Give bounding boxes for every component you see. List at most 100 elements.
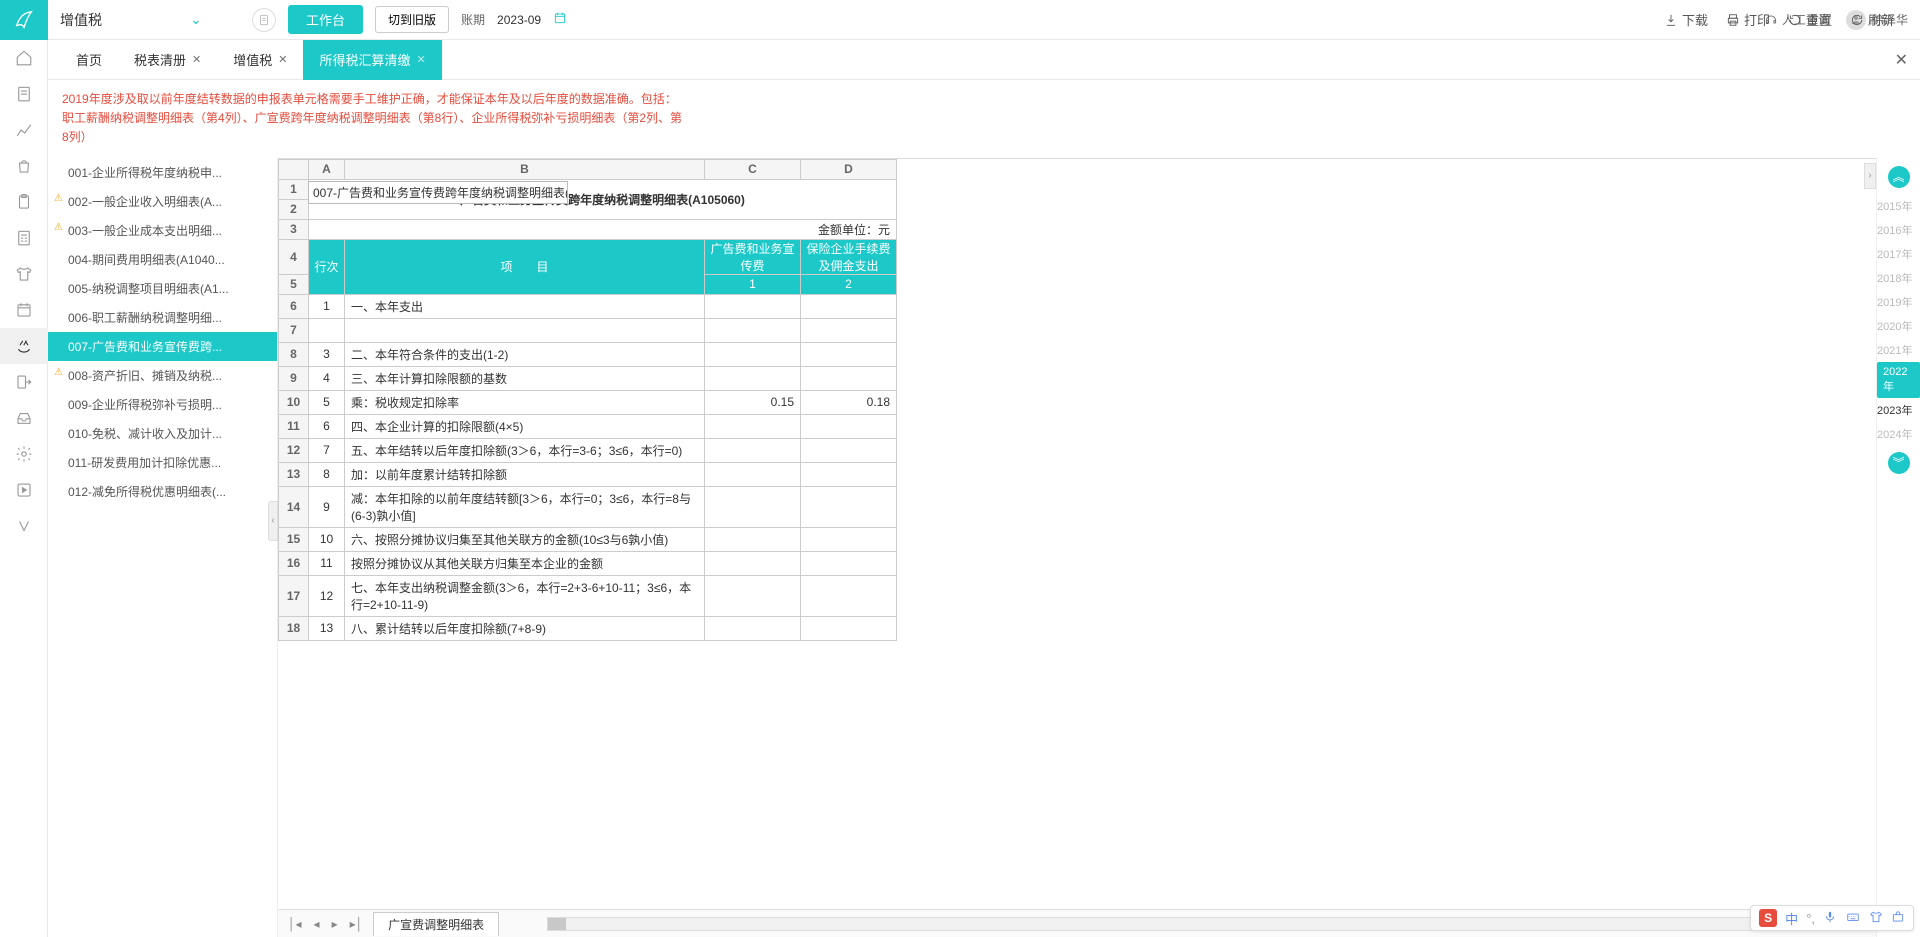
row-label-cell[interactable]: 按照分摊协议从其他关联方归集至本企业的金额 [345,551,705,575]
close-icon[interactable]: ✕ [192,53,201,66]
ime-keyboard-icon[interactable] [1845,910,1861,927]
sheet-nav-first-icon[interactable]: │◂ [286,917,304,931]
row-header[interactable]: 4 [279,239,309,274]
sheet-nav-prev-icon[interactable]: ◂ [312,917,322,931]
nav-gear-icon[interactable] [0,436,48,472]
value-cell[interactable] [705,342,801,366]
doc-circle-icon[interactable] [252,8,276,32]
col-header[interactable]: C [705,159,801,179]
col-header[interactable]: D [801,159,897,179]
value-cell[interactable] [705,616,801,640]
year-item[interactable]: 2023年 [1877,398,1920,422]
row-number-cell[interactable]: 13 [309,616,345,640]
nav-calendar-icon[interactable] [0,292,48,328]
value-cell[interactable] [705,438,801,462]
close-icon[interactable]: ✕ [417,53,426,66]
value-cell[interactable] [801,551,897,575]
row-number-cell[interactable]: 12 [309,575,345,616]
nav-bag-icon[interactable] [0,148,48,184]
year-item[interactable]: 2024年 [1877,422,1920,446]
value-cell[interactable]: 0.18 [801,390,897,414]
tab[interactable]: 首页 [60,40,118,80]
row-header[interactable]: 13 [279,462,309,486]
row-header[interactable]: 3 [279,219,309,239]
row-header[interactable]: 16 [279,551,309,575]
row-label-cell[interactable]: 减：不允许扣除的支出 [345,318,705,342]
year-item[interactable]: 2019年 [1877,290,1920,314]
switch-old-button[interactable]: 切到旧版 [375,6,449,33]
row-header[interactable]: 5 [279,274,309,294]
year-item[interactable]: 2020年 [1877,314,1920,338]
form-list-item[interactable]: 012-减免所得税优惠明细表(... [48,477,277,506]
ime-skin-icon[interactable] [1869,910,1883,927]
calendar-icon[interactable] [553,11,567,28]
sheet-tab[interactable]: 广宣费调整明细表 [373,912,499,936]
year-up-icon[interactable]: ︽ [1888,166,1910,188]
row-header[interactable]: 14 [279,486,309,527]
nav-play-icon[interactable] [0,472,48,508]
value-cell[interactable] [801,318,897,342]
value-cell[interactable] [801,414,897,438]
nav-chart-icon[interactable] [0,112,48,148]
ime-mic-icon[interactable] [1823,910,1837,927]
tab[interactable]: 所得税汇算清缴✕ [303,40,441,80]
row-number-cell[interactable]: 7 [309,438,345,462]
year-down-icon[interactable]: ︾ [1888,452,1910,474]
value-cell[interactable] [705,462,801,486]
row-header[interactable]: 7 [279,318,309,342]
form-list-item[interactable]: ⚠003-一般企业成本支出明细... [48,216,277,245]
ime-lang[interactable]: 中 [1785,909,1798,928]
value-cell[interactable] [705,575,801,616]
row-header[interactable]: 2 [279,199,309,219]
row-number-cell[interactable]: 11 [309,551,345,575]
row-header[interactable]: 10 [279,390,309,414]
formula-bar[interactable]: 007-广告费和业务宣传费跨年度纳税调整明细表(A105060) [308,181,568,204]
sheet-nav-last-icon[interactable]: ▸│ [348,917,366,931]
row-label-cell[interactable]: 七、本年支出纳税调整金额(3＞6，本行=2+3-6+10-11；3≤6，本行=2… [345,575,705,616]
row-label-cell[interactable]: 减：本年扣除的以前年度结转额[3＞6，本行=0；3≤6，本行=8与(6-3)孰小… [345,486,705,527]
reset-button[interactable]: 重置 [1788,10,1832,29]
value-cell[interactable] [801,616,897,640]
nav-home-icon[interactable] [0,40,48,76]
row-number-cell[interactable]: 2 [309,318,345,342]
row-label-cell[interactable]: 五、本年结转以后年度扣除额(3＞6，本行=3-6；3≤6，本行=0) [345,438,705,462]
value-cell[interactable]: 0.15 [705,390,801,414]
horizontal-scrollbar[interactable] [547,917,1868,931]
value-cell[interactable] [801,527,897,551]
form-list-item[interactable]: 006-职工薪酬纳税调整明细... [48,303,277,332]
row-header[interactable]: 11 [279,414,309,438]
nav-exit-icon[interactable] [0,364,48,400]
row-header[interactable]: 8 [279,342,309,366]
value-cell[interactable] [801,575,897,616]
row-number-cell[interactable]: 9 [309,486,345,527]
row-label-cell[interactable]: 三、本年计算扣除限额的基数 [345,366,705,390]
print-button[interactable]: 打印 [1726,10,1770,29]
nav-shirt-icon[interactable] [0,256,48,292]
value-cell[interactable] [801,366,897,390]
collapse-handle-icon[interactable]: ‹ [268,501,278,541]
form-list-item[interactable]: ⚠002-一般企业收入明细表(A... [48,187,277,216]
row-header[interactable]: 6 [279,294,309,318]
spreadsheet-grid[interactable]: A B C D 1广告费和业务宣传费跨年度纳税调整明细表(A105060) 2 … [278,159,897,641]
ime-toolbar[interactable]: S 中 °, [1750,905,1914,931]
value-cell[interactable] [801,342,897,366]
nav-calc-icon[interactable] [0,220,48,256]
form-list-item[interactable]: ⚠008-资产折旧、摊销及纳税... [48,361,277,390]
nav-steam-icon[interactable] [0,328,48,364]
sheet-nav-next-icon[interactable]: ▸ [330,917,340,931]
row-header[interactable]: 15 [279,527,309,551]
value-cell[interactable] [705,318,801,342]
value-cell[interactable] [705,414,801,438]
row-number-cell[interactable]: 3 [309,342,345,366]
form-list-item[interactable]: 001-企业所得税年度纳税申... [48,158,277,187]
row-number-cell[interactable]: 10 [309,527,345,551]
row-label-cell[interactable]: 二、本年符合条件的支出(1-2) [345,342,705,366]
year-item[interactable]: 2017年 [1877,242,1920,266]
ime-punct[interactable]: °, [1806,911,1815,926]
row-header[interactable]: 12 [279,438,309,462]
year-item[interactable]: 2015年 [1877,194,1920,218]
form-list-item[interactable]: 005-纳税调整项目明细表(A1... [48,274,277,303]
corner-cell[interactable] [279,159,309,179]
row-label-cell[interactable]: 六、按照分摊协议归集至其他关联方的金额(10≤3与6孰小值) [345,527,705,551]
value-cell[interactable] [801,438,897,462]
